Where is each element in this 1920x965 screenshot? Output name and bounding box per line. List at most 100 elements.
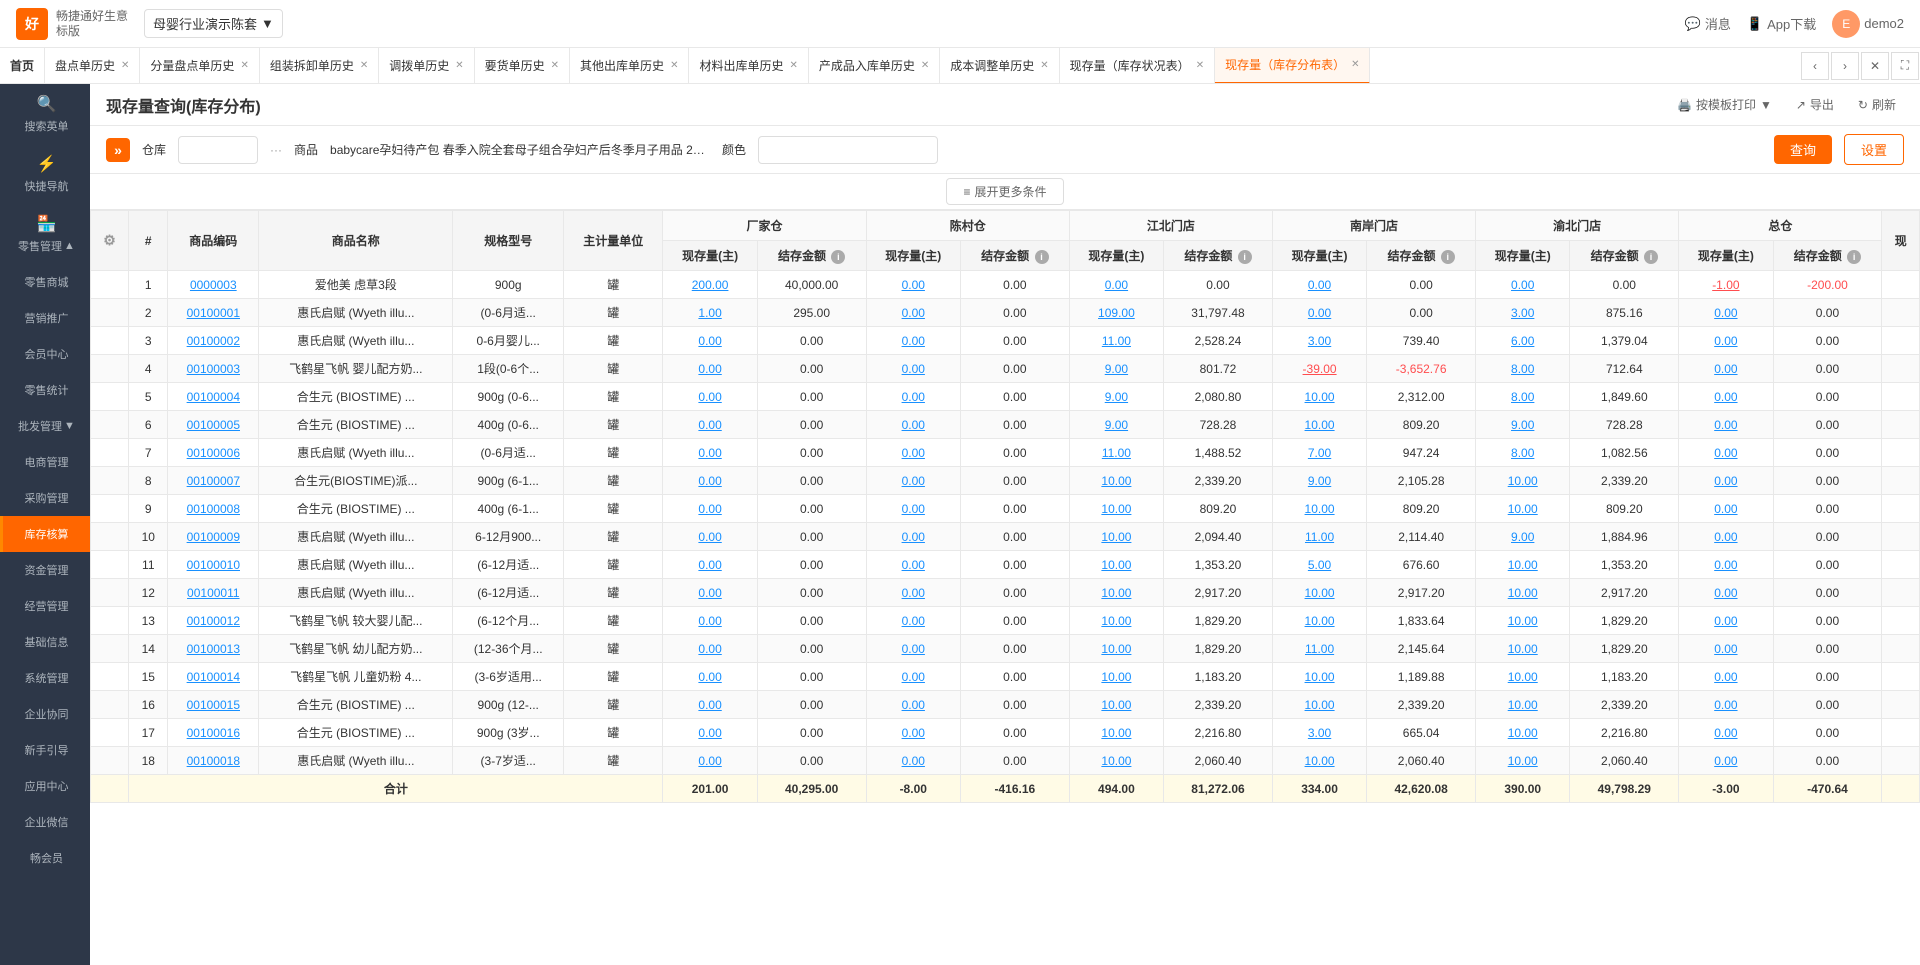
table-cell[interactable]: 10.00 (1476, 495, 1570, 523)
table-cell[interactable]: 0.00 (866, 551, 960, 579)
sidebar-item-ecommerce[interactable]: 电商管理 (0, 444, 90, 480)
table-cell[interactable]: 0.00 (663, 635, 757, 663)
table-cell[interactable]: 0.00 (1679, 719, 1773, 747)
table-cell[interactable]: 0.00 (866, 439, 960, 467)
table-cell[interactable]: 0.00 (1679, 495, 1773, 523)
table-cell[interactable]: 00100014 (168, 663, 259, 691)
nav-next-button[interactable]: › (1831, 52, 1859, 80)
nav-close-button[interactable]: ✕ (1861, 52, 1889, 80)
table-cell[interactable]: 00100015 (168, 691, 259, 719)
color-input[interactable] (758, 136, 938, 164)
table-cell[interactable]: 00100001 (168, 299, 259, 327)
query-button[interactable]: 查询 (1774, 135, 1832, 164)
tab-transfer[interactable]: 调拨单历史 ✕ (379, 48, 474, 84)
table-cell[interactable]: 10.00 (1069, 523, 1163, 551)
tab-material-out[interactable]: 材料出库单历史 ✕ (689, 48, 808, 84)
table-cell[interactable]: 0.00 (866, 719, 960, 747)
close-icon[interactable]: ✕ (921, 60, 929, 71)
tab-stock-status[interactable]: 现存量（库存状况表） ✕ (1060, 48, 1215, 84)
table-cell[interactable]: 0.00 (1679, 439, 1773, 467)
close-icon[interactable]: ✕ (360, 60, 368, 71)
sidebar-item-search[interactable]: 🔍 搜索英单 (0, 84, 90, 144)
table-cell[interactable]: 10.00 (1069, 691, 1163, 719)
table-cell[interactable]: 10.00 (1476, 607, 1570, 635)
sidebar-item-appcenter[interactable]: 应用中心 (0, 768, 90, 804)
table-cell[interactable]: 10.00 (1069, 551, 1163, 579)
sidebar-item-ops[interactable]: 经营管理 (0, 588, 90, 624)
close-icon[interactable]: ✕ (789, 60, 797, 71)
table-cell[interactable]: 10.00 (1069, 663, 1163, 691)
table-cell[interactable]: 10.00 (1272, 663, 1366, 691)
tab-home[interactable]: 首页 (0, 48, 45, 84)
tab-requisition[interactable]: 要货单历史 ✕ (475, 48, 570, 84)
table-cell[interactable]: 00100007 (168, 467, 259, 495)
table-cell[interactable]: 0.00 (663, 747, 757, 775)
table-cell[interactable]: 0.00 (663, 355, 757, 383)
table-cell[interactable]: 109.00 (1069, 299, 1163, 327)
table-cell[interactable]: 0.00 (1272, 299, 1366, 327)
tab-stock-dist[interactable]: 现存量（库存分布表） ✕ (1215, 48, 1370, 84)
table-cell[interactable]: 0.00 (1679, 467, 1773, 495)
table-cell[interactable]: 10.00 (1476, 467, 1570, 495)
table-cell[interactable]: 0.00 (663, 551, 757, 579)
message-action[interactable]: 💬 消息 (1685, 14, 1731, 33)
table-cell[interactable]: 0.00 (1679, 691, 1773, 719)
tab-cost-adjust[interactable]: 成本调整单历史 ✕ (940, 48, 1059, 84)
info-icon[interactable]: i (1441, 250, 1455, 264)
table-cell[interactable]: 10.00 (1272, 747, 1366, 775)
table-cell[interactable]: 0.00 (663, 607, 757, 635)
table-cell[interactable]: 0.00 (1679, 747, 1773, 775)
table-cell[interactable]: 10.00 (1069, 719, 1163, 747)
table-cell[interactable]: 0.00 (1679, 607, 1773, 635)
table-cell[interactable]: 1.00 (663, 299, 757, 327)
sidebar-item-basic[interactable]: 基础信息 (0, 624, 90, 660)
table-cell[interactable]: 0.00 (866, 663, 960, 691)
table-cell[interactable]: 10.00 (1476, 663, 1570, 691)
table-cell[interactable]: 10.00 (1476, 635, 1570, 663)
table-cell[interactable]: 0.00 (663, 663, 757, 691)
table-cell[interactable]: 10.00 (1272, 691, 1366, 719)
table-cell[interactable]: 0000003 (168, 271, 259, 299)
table-cell[interactable]: 8.00 (1476, 439, 1570, 467)
table-cell[interactable]: 9.00 (1069, 355, 1163, 383)
table-cell[interactable]: 9.00 (1069, 411, 1163, 439)
table-cell[interactable]: 10.00 (1476, 747, 1570, 775)
sidebar-item-member[interactable]: 会员中心 (0, 336, 90, 372)
table-cell[interactable]: 6.00 (1476, 327, 1570, 355)
table-cell[interactable]: 9.00 (1476, 411, 1570, 439)
table-cell[interactable]: 0.00 (663, 719, 757, 747)
settings-button[interactable]: 设置 (1844, 134, 1904, 165)
close-icon[interactable]: ✕ (240, 60, 248, 71)
info-icon[interactable]: i (1847, 250, 1861, 264)
table-cell[interactable]: 0.00 (866, 523, 960, 551)
sidebar-item-quick-nav[interactable]: ⚡ 快捷导航 (0, 144, 90, 204)
table-cell[interactable]: 200.00 (663, 271, 757, 299)
table-cell[interactable]: 00100013 (168, 635, 259, 663)
table-cell[interactable]: 10.00 (1069, 495, 1163, 523)
table-cell[interactable]: 0.00 (663, 495, 757, 523)
sidebar-item-members[interactable]: 畅会员 (0, 840, 90, 876)
table-cell[interactable]: 0.00 (866, 383, 960, 411)
table-cell[interactable]: 0.00 (1679, 551, 1773, 579)
table-cell[interactable]: 00100005 (168, 411, 259, 439)
info-icon[interactable]: i (831, 250, 845, 264)
table-cell[interactable]: 9.00 (1476, 523, 1570, 551)
table-cell[interactable]: 0.00 (1069, 271, 1163, 299)
expand-more-button[interactable]: ≡ 展开更多条件 (946, 178, 1063, 205)
table-cell[interactable]: 0.00 (1679, 355, 1773, 383)
table-cell[interactable]: 0.00 (663, 467, 757, 495)
col-settings[interactable]: ⚙ (91, 211, 129, 271)
table-cell[interactable]: 8.00 (1476, 383, 1570, 411)
app-download-action[interactable]: 📱 App下载 (1747, 14, 1816, 33)
table-cell[interactable]: 10.00 (1069, 579, 1163, 607)
table-cell[interactable]: 0.00 (663, 439, 757, 467)
table-cell[interactable]: 00100004 (168, 383, 259, 411)
table-cell[interactable]: 8.00 (1476, 355, 1570, 383)
table-cell[interactable]: 0.00 (866, 635, 960, 663)
table-cell[interactable]: 0.00 (866, 691, 960, 719)
table-cell[interactable]: 10.00 (1476, 579, 1570, 607)
close-icon[interactable]: ✕ (551, 60, 559, 71)
table-cell[interactable]: 0.00 (1679, 383, 1773, 411)
table-cell[interactable]: 0.00 (1476, 271, 1570, 299)
refresh-button[interactable]: ↻ 刷新 (1850, 92, 1904, 117)
